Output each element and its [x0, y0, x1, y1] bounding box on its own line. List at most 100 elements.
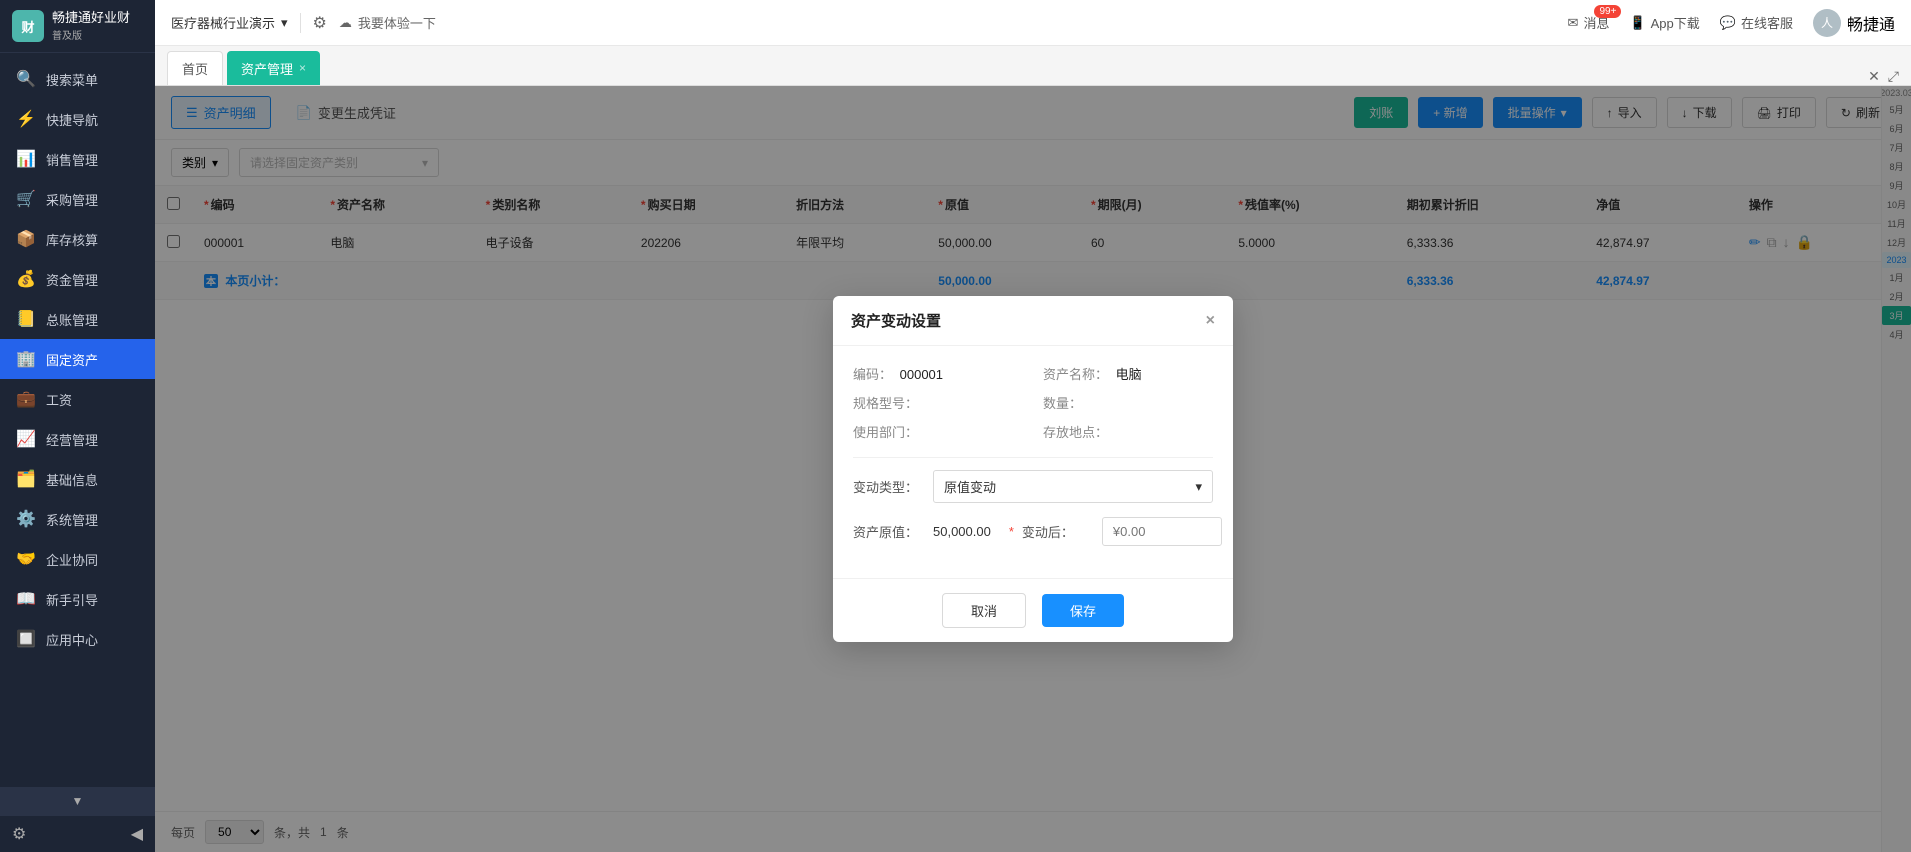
save-button[interactable]: 保存 — [1042, 594, 1124, 627]
nav-icon-search: 🔍 — [16, 69, 36, 89]
modal-change-type-label: 变动类型： — [853, 477, 933, 496]
topbar-app-download[interactable]: 📱 App下载 — [1629, 13, 1699, 32]
tab-assets-close-icon[interactable]: × — [299, 61, 306, 75]
tabbar: 首页 资产管理 × ✕ ⤢ — [155, 46, 1911, 86]
modal-asset-value-display: 50,000.00 — [933, 518, 1001, 545]
topbar: 医疗器械行业演示 ▾ ⚙ ☁ 我要体验一下 ✉ 消息 99+ 📱 App下载 💬… — [155, 0, 1911, 46]
sidebar-item-salary[interactable]: 💼 工资 — [0, 379, 155, 419]
sidebar-item-base[interactable]: 🗂️基础信息 — [0, 459, 155, 499]
company-dropdown-icon: ▾ — [281, 15, 288, 31]
collapse-sidebar-icon[interactable]: ◀ — [131, 824, 143, 844]
modal-change-type-dropdown-icon: ▾ — [1195, 479, 1202, 495]
modal-spec-item: 规格型号： — [853, 393, 1023, 412]
sidebar-item-inventory[interactable]: 📦 库存核算 — [0, 219, 155, 259]
sidebar-item-capital[interactable]: 💰 资金管理 — [0, 259, 155, 299]
sidebar-item-guide[interactable]: 📖 新手引导 — [0, 579, 155, 619]
topbar-divider — [300, 13, 301, 33]
sidebar-nav: 🔍 搜索菜单 ⚡ 快捷导航 📊 销售管理 🛒 采购管理 📦 库存核算 💰 资金管理 📒总账管理 🏢 固定资产… — [0, 53, 155, 787]
modal-asset-value-field: 资产原值： 50,000.00 * 变动后： — [853, 517, 1213, 546]
nav-icon-guide: 📖 — [16, 589, 36, 609]
topbar-settings-icon[interactable]: ⚙ — [313, 13, 327, 33]
sidebar-item-sales[interactable]: 📊 销售管理 — [0, 139, 155, 179]
tab-home[interactable]: 首页 — [167, 51, 223, 85]
sidebar-item-quicknav[interactable]: ⚡ 快捷导航 — [0, 99, 155, 139]
sidebar-item-search[interactable]: 🔍 搜索菜单 — [0, 59, 155, 99]
nav-label-purchase: 采购管理 — [46, 190, 98, 209]
nav-label-apps: 应用中心 — [46, 630, 98, 649]
modal-footer: 取消 保存 — [833, 578, 1233, 642]
nav-icon-base: 🗂️ — [16, 469, 36, 489]
nav-icon-fixed: 🏢 — [16, 349, 36, 369]
nav-icon-apps: 🔲 — [16, 629, 36, 649]
nav-icon-sales: 📊 — [16, 149, 36, 169]
window-close-icon[interactable]: ✕ — [1868, 68, 1880, 85]
nav-icon-salary: 💼 — [16, 389, 36, 409]
modal-change-type-select[interactable]: 原值变动 ▾ — [933, 470, 1213, 503]
required-star: * — [1009, 524, 1014, 539]
nav-label-quicknav: 快捷导航 — [46, 110, 98, 129]
sidebar-item-apps[interactable]: 🔲 应用中心 — [0, 619, 155, 659]
modal-info-grid: 编码： 000001 资产名称： 电脑 规格型号： 数量： — [853, 364, 1213, 441]
company-selector[interactable]: 医疗器械行业演示 ▾ — [171, 13, 288, 32]
modal-qty-item: 数量： — [1043, 393, 1213, 412]
sidebar-logo: 财 畅捷通好业财 普及版 — [0, 0, 155, 53]
modal-title: 资产变动设置 — [851, 310, 941, 331]
modal-spec-label: 规格型号： — [853, 396, 918, 411]
nav-label-ledger: 总账管理 — [46, 310, 98, 329]
modal-body: 编码： 000001 资产名称： 电脑 规格型号： 数量： — [833, 346, 1233, 578]
modal-location-label: 存放地点： — [1043, 425, 1108, 440]
tab-assets-label: 资产管理 — [241, 59, 293, 78]
user-name: 畅捷通 — [1847, 11, 1895, 35]
sidebar-item-ledger[interactable]: 📒总账管理 — [0, 299, 155, 339]
tab-assets[interactable]: 资产管理 × — [227, 51, 320, 85]
cancel-button[interactable]: 取消 — [942, 593, 1026, 628]
modal-code-value: 000001 — [900, 367, 943, 382]
tab-window-controls: ✕ ⤢ — [1868, 68, 1899, 85]
topbar-user[interactable]: 人 畅捷通 — [1813, 9, 1895, 37]
nav-icon-quicknav: ⚡ — [16, 109, 36, 129]
modal-change-type-value: 原值变动 — [944, 477, 996, 496]
company-name: 医疗器械行业演示 — [171, 13, 275, 32]
sidebar-scroll-down[interactable]: ▼ — [0, 787, 155, 815]
nav-label-capital: 资金管理 — [46, 270, 98, 289]
asset-change-modal: 资产变动设置 × 编码： 000001 资产名称： 电脑 — [833, 296, 1233, 642]
settings-icon[interactable]: ⚙ — [12, 824, 26, 844]
nav-label-collab: 企业协同 — [46, 550, 98, 569]
service-icon: 💬 — [1720, 15, 1736, 31]
nav-icon-capital: 💰 — [16, 269, 36, 289]
user-avatar: 人 — [1813, 9, 1841, 37]
main-area: 医疗器械行业演示 ▾ ⚙ ☁ 我要体验一下 ✉ 消息 99+ 📱 App下载 💬… — [155, 0, 1911, 852]
sidebar-item-collab[interactable]: 🤝企业协同 — [0, 539, 155, 579]
topbar-service[interactable]: 💬 在线客服 — [1720, 13, 1793, 32]
cloud-icon: ☁ — [339, 15, 352, 31]
message-icon: ✉ — [1568, 15, 1579, 31]
nav-icon-purchase: 🛒 — [16, 189, 36, 209]
message-badge: 99+ — [1594, 5, 1621, 18]
nav-label-salary: 工资 — [46, 390, 72, 409]
sidebar-item-purchase[interactable]: 🛒 采购管理 — [0, 179, 155, 219]
modal-change-type-field: 变动类型： 原值变动 ▾ — [853, 470, 1213, 503]
nav-icon-inventory: 📦 — [16, 229, 36, 249]
topbar-messages[interactable]: ✉ 消息 99+ — [1568, 13, 1610, 32]
nav-label-fixed: 固定资产 — [46, 350, 98, 369]
service-label: 在线客服 — [1741, 13, 1793, 32]
nav-label-inventory: 库存核算 — [46, 230, 98, 249]
window-expand-icon[interactable]: ⤢ — [1888, 68, 1899, 85]
modal-name-item: 资产名称： 电脑 — [1043, 364, 1213, 383]
logo-sub: 普及版 — [52, 27, 130, 42]
nav-label-ops: 经营管理 — [46, 430, 98, 449]
topbar-right: ✉ 消息 99+ 📱 App下载 💬 在线客服 人 畅捷通 — [1568, 9, 1895, 37]
modal-after-input[interactable] — [1102, 517, 1222, 546]
nav-label-search: 搜索菜单 — [46, 70, 98, 89]
modal-asset-value-label: 资产原值： — [853, 522, 933, 541]
topbar-experience[interactable]: ☁ 我要体验一下 — [339, 13, 436, 32]
modal-after-label: 变动后： — [1022, 522, 1102, 541]
sidebar-item-ops[interactable]: 📈经营管理 — [0, 419, 155, 459]
nav-label-sales: 销售管理 — [46, 150, 98, 169]
nav-label-guide: 新手引导 — [46, 590, 98, 609]
nav-icon-sys: ⚙️ — [16, 509, 36, 529]
sidebar-item-fixed[interactable]: 🏢 固定资产 — [0, 339, 155, 379]
sidebar-item-sys[interactable]: ⚙️系统管理 — [0, 499, 155, 539]
modal-close-icon[interactable]: × — [1206, 312, 1215, 330]
modal-dept-item: 使用部门： — [853, 422, 1023, 441]
